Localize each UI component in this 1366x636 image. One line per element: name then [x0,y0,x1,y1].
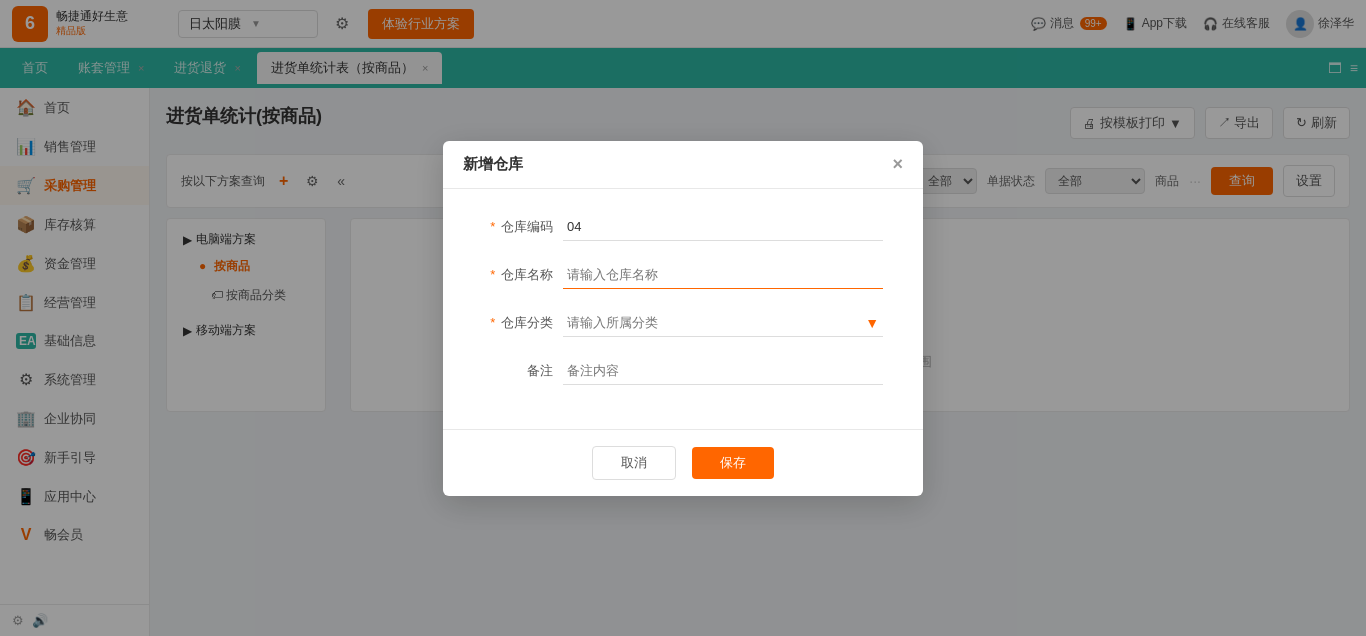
form-row-note: 备注 [483,357,883,385]
form-row-category: * 仓库分类 ▼ [483,309,883,337]
category-input[interactable] [563,309,883,337]
dialog-title: 新增仓库 [463,155,523,174]
code-label: * 仓库编码 [483,218,553,236]
code-input[interactable] [563,213,883,241]
dialog-close-btn[interactable]: × [892,155,903,173]
cancel-button[interactable]: 取消 [592,446,676,480]
save-button[interactable]: 保存 [692,447,774,479]
name-input[interactable] [563,261,883,289]
form-row-name: * 仓库名称 [483,261,883,289]
note-label: 备注 [483,362,553,380]
form-row-code: * 仓库编码 [483,213,883,241]
dialog-header: 新增仓库 × [443,141,923,189]
category-select-wrapper: ▼ [563,309,883,337]
note-input[interactable] [563,357,883,385]
dialog-footer: 取消 保存 [443,429,923,496]
modal-overlay: 新增仓库 × * 仓库编码 * 仓库名称 [0,0,1366,636]
new-warehouse-dialog: 新增仓库 × * 仓库编码 * 仓库名称 [443,141,923,496]
name-label: * 仓库名称 [483,266,553,284]
category-label: * 仓库分类 [483,314,553,332]
dialog-body: * 仓库编码 * 仓库名称 * 仓库分类 [443,189,923,429]
